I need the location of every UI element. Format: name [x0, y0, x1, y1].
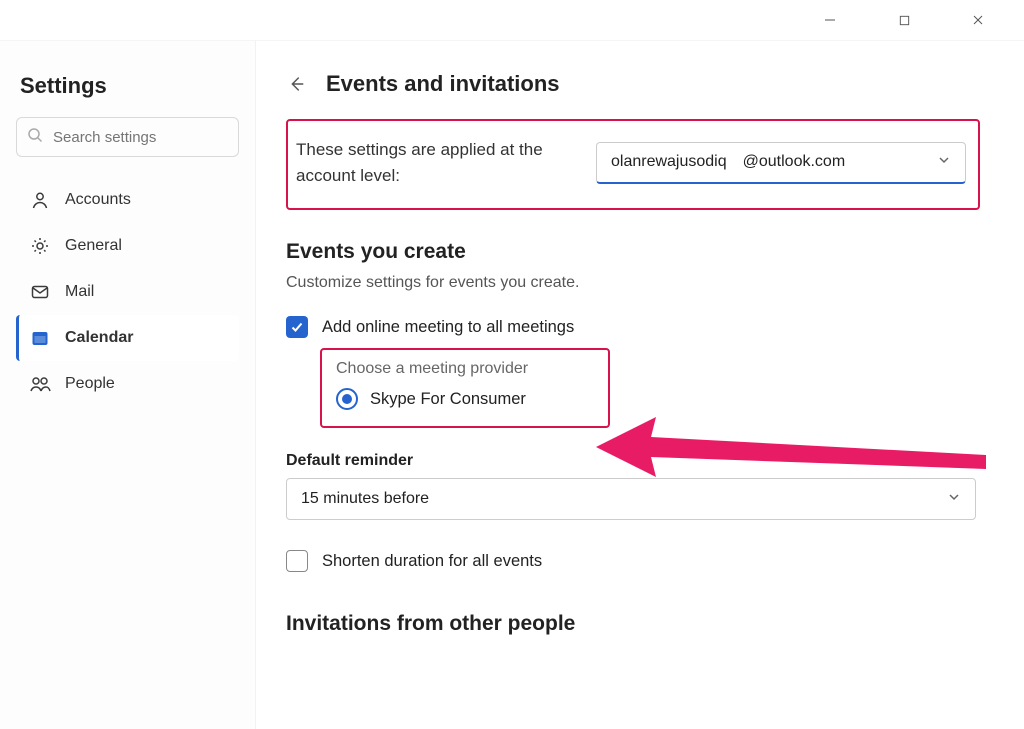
sidebar-item-accounts[interactable]: Accounts — [16, 177, 239, 223]
person-icon — [29, 189, 51, 211]
search-settings[interactable] — [16, 117, 239, 157]
account-domain: @outlook.com — [743, 153, 846, 171]
provider-name: Skype For Consumer — [370, 390, 526, 409]
account-scope-text: These settings are applied at the accoun… — [296, 137, 596, 188]
add-online-meeting-checkbox[interactable]: Add online meeting to all meetings — [286, 316, 980, 338]
sidebar-nav: Accounts General Mail Calendar People — [16, 177, 239, 407]
events-heading: Events you create — [286, 240, 980, 264]
sidebar-item-label: General — [65, 237, 122, 255]
sidebar-title: Settings — [20, 73, 239, 99]
account-dropdown[interactable]: olanrewajusodiq @outlook.com — [596, 142, 966, 184]
people-icon — [29, 373, 51, 395]
settings-window: Settings Accounts General Mail — [0, 0, 1024, 729]
gear-icon — [29, 235, 51, 257]
checkbox-empty-icon — [286, 550, 308, 572]
back-button[interactable] — [286, 74, 306, 94]
sidebar-item-label: Accounts — [65, 191, 131, 209]
reminder-value: 15 minutes before — [301, 490, 429, 508]
settings-scroll[interactable]: These settings are applied at the accoun… — [256, 119, 1004, 729]
main-panel: Events and invitations These settings ar… — [256, 41, 1024, 729]
sidebar-item-mail[interactable]: Mail — [16, 269, 239, 315]
sidebar-item-general[interactable]: General — [16, 223, 239, 269]
account-user: olanrewajusodiq — [611, 153, 727, 171]
chevron-down-icon — [937, 153, 951, 172]
sidebar-item-label: Mail — [65, 283, 94, 301]
search-input[interactable] — [51, 128, 254, 147]
radio-selected-icon — [336, 388, 358, 410]
shorten-label: Shorten duration for all events — [322, 552, 542, 571]
search-icon — [27, 127, 43, 148]
account-scope-row: These settings are applied at the accoun… — [286, 119, 980, 210]
maximize-button[interactable] — [886, 2, 922, 38]
minimize-button[interactable] — [812, 2, 848, 38]
chevron-down-icon — [947, 490, 961, 509]
sidebar-item-people[interactable]: People — [16, 361, 239, 407]
sidebar: Settings Accounts General Mail — [0, 41, 256, 729]
provider-skype-radio[interactable]: Skype For Consumer — [336, 388, 594, 410]
provider-label: Choose a meeting provider — [336, 360, 594, 378]
page-header: Events and invitations — [286, 71, 1004, 97]
page-title: Events and invitations — [326, 71, 560, 97]
window-controls — [812, 0, 1024, 40]
invitations-heading: Invitations from other people — [286, 612, 980, 636]
close-button[interactable] — [960, 2, 996, 38]
meeting-provider-panel: Choose a meeting provider Skype For Cons… — [320, 348, 610, 428]
events-subtext: Customize settings for events you create… — [286, 274, 980, 292]
calendar-icon — [29, 327, 51, 349]
mail-icon — [29, 281, 51, 303]
add-online-label: Add online meeting to all meetings — [322, 318, 574, 337]
sidebar-item-label: Calendar — [65, 329, 133, 347]
shorten-duration-checkbox[interactable]: Shorten duration for all events — [286, 550, 980, 572]
sidebar-item-calendar[interactable]: Calendar — [16, 315, 239, 361]
reminder-dropdown[interactable]: 15 minutes before — [286, 478, 976, 520]
sidebar-item-label: People — [65, 375, 115, 393]
checkbox-checked-icon — [286, 316, 308, 338]
reminder-label: Default reminder — [286, 452, 980, 470]
